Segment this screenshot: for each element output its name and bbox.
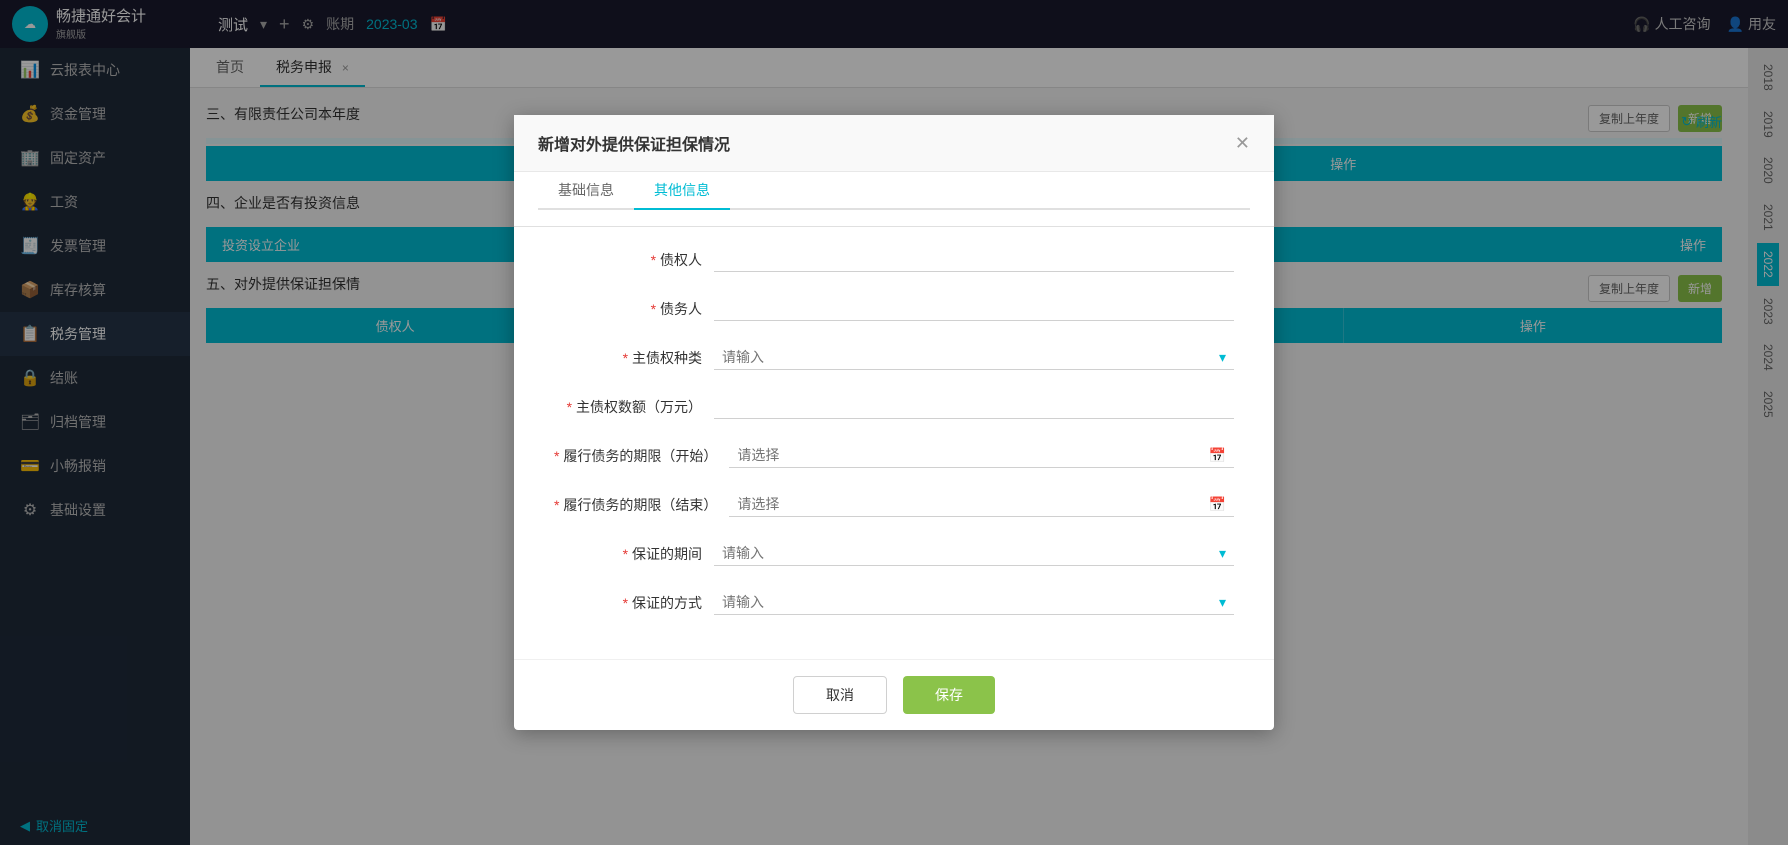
- dialog-close-button[interactable]: ✕: [1235, 134, 1250, 152]
- claim-amount-input[interactable]: [714, 394, 1234, 419]
- form-row-creditor: * 债权人: [554, 247, 1234, 272]
- form-row-guarantee-method: * 保证的方式 ▾: [554, 590, 1234, 615]
- perform-start-required-star: *: [554, 448, 559, 464]
- guarantee-period-label: * 保证的期间: [554, 544, 714, 564]
- perform-start-calendar-icon[interactable]: 📅: [1201, 447, 1234, 464]
- perform-end-input[interactable]: [729, 492, 1200, 516]
- debtor-input[interactable]: [714, 296, 1234, 321]
- claim-type-dropdown-icon[interactable]: ▾: [1211, 349, 1234, 366]
- perform-end-date-wrap: 📅: [729, 492, 1234, 517]
- guarantee-period-select-wrap: ▾: [714, 541, 1234, 566]
- dialog: 新增对外提供保证担保情况 ✕ 基础信息 其他信息 * 债权人: [514, 115, 1274, 730]
- debtor-required-star: *: [651, 301, 656, 317]
- form-row-claim-amount: * 主债权数额（万元）: [554, 394, 1234, 419]
- perform-end-calendar-icon[interactable]: 📅: [1201, 496, 1234, 513]
- dialog-overlay: 新增对外提供保证担保情况 ✕ 基础信息 其他信息 * 债权人: [0, 0, 1788, 845]
- creditor-label: * 债权人: [554, 250, 714, 270]
- dialog-footer: 取消 保存: [514, 659, 1274, 730]
- dialog-body: * 债权人 * 债务人 * 主债权种类: [514, 227, 1274, 659]
- dialog-title: 新增对外提供保证担保情况: [538, 131, 730, 155]
- claim-amount-required-star: *: [567, 399, 572, 415]
- guarantee-method-label: * 保证的方式: [554, 593, 714, 613]
- perform-start-input[interactable]: [729, 443, 1200, 467]
- claim-type-label: * 主债权种类: [554, 348, 714, 368]
- perform-end-label: * 履行债务的期限（结束）: [554, 495, 729, 515]
- guarantee-method-input[interactable]: [714, 590, 1211, 614]
- claim-type-input[interactable]: [714, 345, 1211, 369]
- save-button[interactable]: 保存: [903, 676, 995, 714]
- perform-start-label: * 履行债务的期限（开始）: [554, 446, 729, 466]
- dialog-header: 新增对外提供保证担保情况 ✕: [514, 115, 1274, 172]
- form-row-perform-end: * 履行债务的期限（结束） 📅: [554, 492, 1234, 517]
- debtor-label: * 债务人: [554, 299, 714, 319]
- claim-type-required-star: *: [623, 350, 628, 366]
- form-row-debtor: * 债务人: [554, 296, 1234, 321]
- guarantee-period-dropdown-icon[interactable]: ▾: [1211, 545, 1234, 562]
- form-row-claim-type: * 主债权种类 ▾: [554, 345, 1234, 370]
- claim-amount-label: * 主债权数额（万元）: [554, 397, 714, 417]
- guarantee-method-required-star: *: [623, 595, 628, 611]
- claim-type-select-wrap: ▾: [714, 345, 1234, 370]
- guarantee-method-dropdown-icon[interactable]: ▾: [1211, 594, 1234, 611]
- form-row-guarantee-period: * 保证的期间 ▾: [554, 541, 1234, 566]
- perform-start-date-wrap: 📅: [729, 443, 1234, 468]
- creditor-required-star: *: [651, 252, 656, 268]
- guarantee-period-required-star: *: [623, 546, 628, 562]
- cancel-button[interactable]: 取消: [793, 676, 887, 714]
- form-row-perform-start: * 履行债务的期限（开始） 📅: [554, 443, 1234, 468]
- perform-end-required-star: *: [554, 497, 559, 513]
- guarantee-method-select-wrap: ▾: [714, 590, 1234, 615]
- creditor-input[interactable]: [714, 247, 1234, 272]
- guarantee-period-input[interactable]: [714, 541, 1211, 565]
- sub-tab-other[interactable]: 其他信息: [634, 172, 730, 210]
- dialog-sub-tabs: 基础信息 其他信息: [538, 172, 1250, 210]
- sub-tab-basic[interactable]: 基础信息: [538, 172, 634, 210]
